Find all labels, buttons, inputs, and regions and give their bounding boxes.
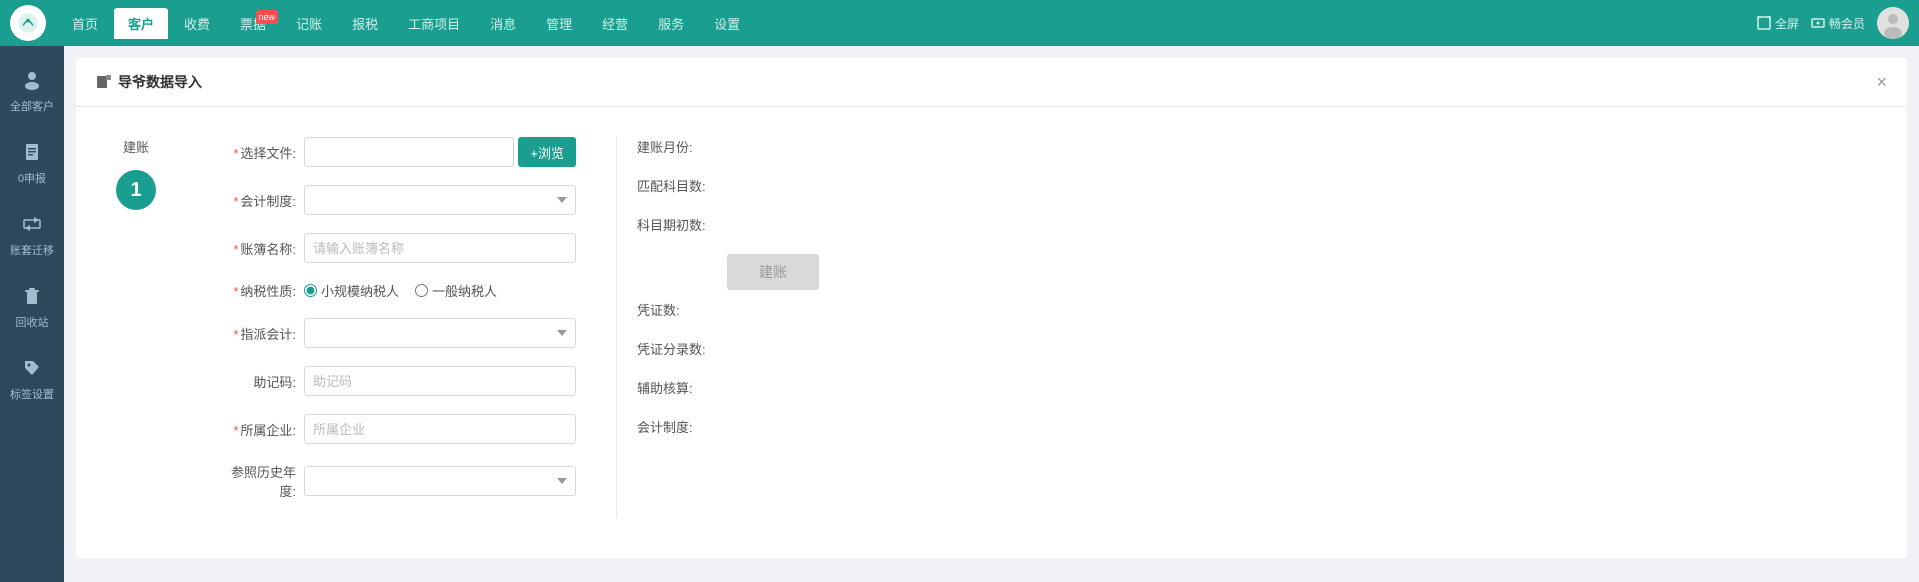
step-circle: 1: [116, 170, 156, 210]
form-row-company: *所属企业:: [216, 414, 576, 444]
main-layout: 全部客户 0申报 账套迁移 回收站 标签设置: [0, 46, 1919, 582]
nav-item-manage[interactable]: 管理: [532, 8, 586, 39]
top-navigation: 首页 客户 收费 票据 new 记账 报税 工商项目 消息 管理 经营 服务 设…: [0, 0, 1919, 46]
file-input-group: +浏览: [304, 137, 576, 167]
assign-select[interactable]: [304, 318, 576, 348]
nav-item-home[interactable]: 首页: [58, 8, 112, 39]
assign-label: *指派会计:: [216, 324, 296, 343]
accounting-system-label: 会计制度:: [637, 417, 727, 436]
nav-item-commerce[interactable]: 工商项目: [394, 8, 474, 39]
vip-button[interactable]: 畅会员: [1811, 15, 1865, 32]
dialog-title: 导爷数据导入: [96, 72, 202, 92]
radio-group-tax: 小规模纳税人 一般纳税人: [304, 281, 576, 300]
radio-general[interactable]: 一般纳税人: [415, 281, 497, 300]
step-label: 建账: [123, 137, 149, 156]
migrate-icon: [18, 210, 46, 238]
aux-label: 辅助核算:: [637, 378, 727, 397]
info-row-aux: 辅助核算:: [637, 378, 916, 397]
dialog-card: 导爷数据导入 × 建账 1 *选择文件:: [76, 58, 1907, 558]
info-row-month: 建账月份:: [637, 137, 916, 156]
step-area: 建账 1: [116, 137, 156, 518]
content-area: 导爷数据导入 × 建账 1 *选择文件:: [64, 46, 1919, 582]
info-row-accounting-system: 会计制度:: [637, 417, 916, 436]
form-row-ledger: *账簿名称:: [216, 233, 576, 263]
nav-item-invoice[interactable]: 票据 new: [226, 8, 280, 39]
voucher-entries-label: 凭证分录数:: [637, 339, 727, 358]
dialog-header: 导爷数据导入 ×: [76, 58, 1907, 107]
accounting-label: *会计制度:: [216, 191, 296, 210]
nav-item-service[interactable]: 服务: [644, 8, 698, 39]
tax-label: *纳税性质:: [216, 281, 296, 300]
info-row-voucher: 凭证数:: [637, 300, 916, 319]
memo-input[interactable]: [304, 366, 576, 396]
file-input[interactable]: [304, 137, 514, 167]
dialog-body: 建账 1 *选择文件: +浏览: [76, 107, 1907, 548]
file-label: *选择文件:: [216, 143, 296, 162]
fullscreen-button[interactable]: 全屏: [1757, 15, 1799, 32]
voucher-label: 凭证数:: [637, 300, 727, 319]
sidebar: 全部客户 0申报 账套迁移 回收站 标签设置: [0, 46, 64, 582]
form-section: *选择文件: +浏览 *会计制度:: [216, 137, 576, 518]
import-icon: [96, 74, 112, 90]
form-row-memo: 助记码:: [216, 366, 576, 396]
sidebar-item-tag-settings[interactable]: 标签设置: [0, 342, 64, 414]
sidebar-item-migrate[interactable]: 账套迁移: [0, 198, 64, 270]
info-section: 建账月份: 匹配科目数: 科目期初数: 建账 凭证数:: [616, 137, 916, 518]
form-row-history: 参照历史年度:: [216, 462, 576, 500]
nav-item-fee[interactable]: 收费: [170, 8, 224, 39]
form-row-file: *选择文件: +浏览: [216, 137, 576, 167]
nav-item-message[interactable]: 消息: [476, 8, 530, 39]
ledger-input[interactable]: [304, 233, 576, 263]
period-label: 科目期初数:: [637, 215, 727, 234]
file-icon: [18, 138, 46, 166]
people-icon: [18, 66, 46, 94]
sidebar-item-all-clients[interactable]: 全部客户: [0, 54, 64, 126]
nav-item-client[interactable]: 客户: [114, 8, 168, 39]
form-row-accounting: *会计制度:: [216, 185, 576, 215]
month-label: 建账月份:: [637, 137, 727, 156]
avatar[interactable]: [1877, 7, 1909, 39]
memo-label: 助记码:: [216, 372, 296, 391]
info-row-period: 科目期初数:: [637, 215, 916, 234]
history-select[interactable]: [304, 466, 576, 496]
logo: [10, 5, 46, 41]
history-label: 参照历史年度:: [216, 462, 296, 500]
ledger-label: *账簿名称:: [216, 239, 296, 258]
sidebar-item-trash[interactable]: 回收站: [0, 270, 64, 342]
browse-button[interactable]: +浏览: [518, 137, 576, 167]
nav-item-tax[interactable]: 报税: [338, 8, 392, 39]
close-button[interactable]: ×: [1876, 73, 1887, 91]
new-badge: new: [256, 10, 279, 24]
nav-items: 首页 客户 收费 票据 new 记账 报税 工商项目 消息 管理 经营 服务 设…: [58, 8, 1757, 39]
form-row-assign: *指派会计:: [216, 318, 576, 348]
tag-icon: [18, 354, 46, 382]
company-label: *所属企业:: [216, 420, 296, 439]
match-label: 匹配科目数:: [637, 176, 727, 195]
form-row-tax: *纳税性质: 小规模纳税人 一般纳税人: [216, 281, 576, 300]
info-row-voucher-entries: 凭证分录数:: [637, 339, 916, 358]
company-input[interactable]: [304, 414, 576, 444]
nav-right: 全屏 畅会员: [1757, 7, 1909, 39]
trash-icon: [18, 282, 46, 310]
nav-item-settings[interactable]: 设置: [700, 8, 754, 39]
info-row-match: 匹配科目数:: [637, 176, 916, 195]
accounting-select[interactable]: [304, 185, 576, 215]
radio-small-scale[interactable]: 小规模纳税人: [304, 281, 399, 300]
build-button[interactable]: 建账: [727, 254, 819, 290]
sidebar-item-zero-declare[interactable]: 0申报: [0, 126, 64, 198]
nav-item-bookkeep[interactable]: 记账: [282, 8, 336, 39]
nav-item-operation[interactable]: 经营: [588, 8, 642, 39]
